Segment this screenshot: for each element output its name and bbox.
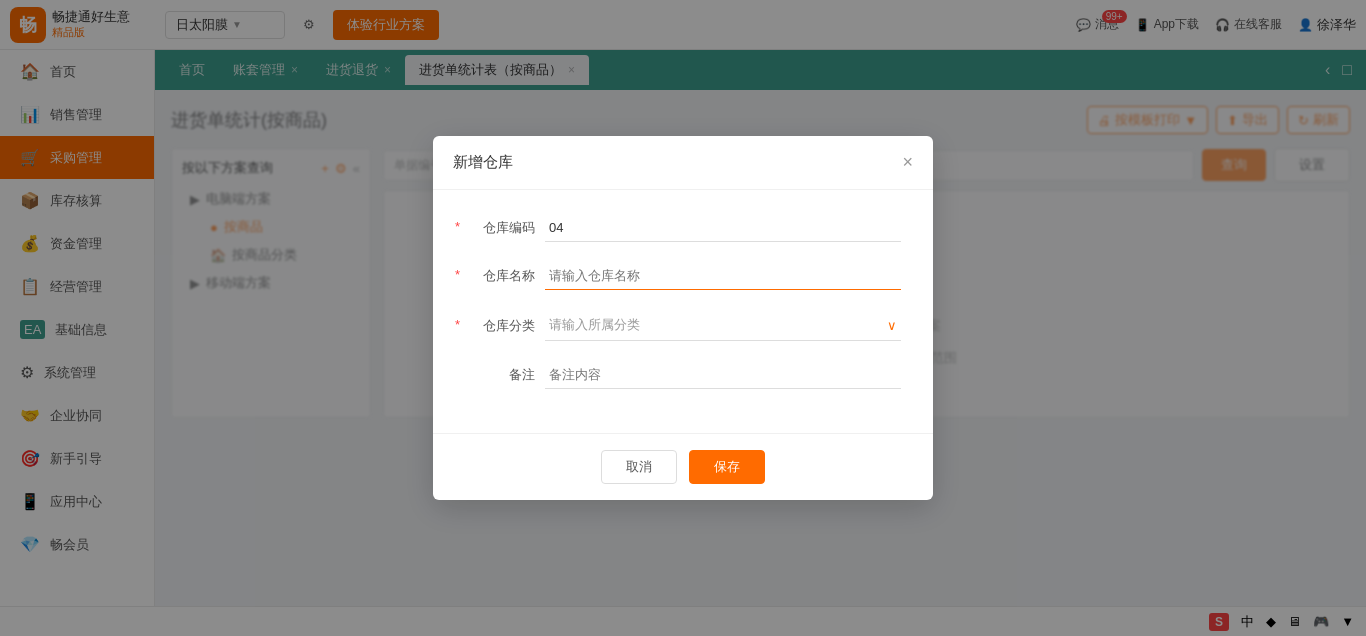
dialog-footer: 取消 保存 — [433, 433, 933, 500]
main-content: 首页 账套管理 × 进货退货 × 进货单统计表（按商品） × ‹ □ — [155, 50, 1366, 636]
cancel-button[interactable]: 取消 — [601, 450, 677, 484]
dialog-header: 新增仓库 × — [433, 136, 933, 190]
dialog-close-icon[interactable]: × — [902, 152, 913, 173]
warehouse-remark-input[interactable] — [545, 361, 901, 389]
category-placeholder: 请输入所属分类 — [549, 316, 640, 334]
modal-overlay: 新增仓库 × 仓库编码 仓库名称 — [155, 90, 1366, 636]
page-area: 进货单统计(按商品) 🖨 按模板打印 ▼ ⬆ 导出 ↻ — [155, 90, 1366, 636]
warehouse-category-select[interactable]: 请输入所属分类 ∨ — [545, 310, 901, 341]
dialog-title: 新增仓库 — [453, 153, 513, 172]
category-label: 仓库分类 — [465, 317, 535, 335]
warehouse-code-input[interactable] — [545, 214, 901, 242]
form-row-category: 仓库分类 请输入所属分类 ∨ — [465, 310, 901, 341]
name-label: 仓库名称 — [465, 267, 535, 285]
main-layout: 🏠 首页 📊 销售管理 🛒 采购管理 📦 库存核算 💰 资金管理 📋 经营管理 … — [0, 50, 1366, 636]
save-button[interactable]: 保存 — [689, 450, 765, 484]
form-row-name: 仓库名称 — [465, 262, 901, 290]
form-row-remark: 备注 — [465, 361, 901, 389]
add-warehouse-dialog: 新增仓库 × 仓库编码 仓库名称 — [433, 136, 933, 500]
form-row-code: 仓库编码 — [465, 214, 901, 242]
code-label: 仓库编码 — [465, 219, 535, 237]
warehouse-name-input[interactable] — [545, 262, 901, 290]
remark-label: 备注 — [465, 366, 535, 384]
dialog-body: 仓库编码 仓库名称 仓库分类 请输入所属分类 — [433, 190, 933, 433]
chevron-down-icon: ∨ — [887, 318, 897, 333]
